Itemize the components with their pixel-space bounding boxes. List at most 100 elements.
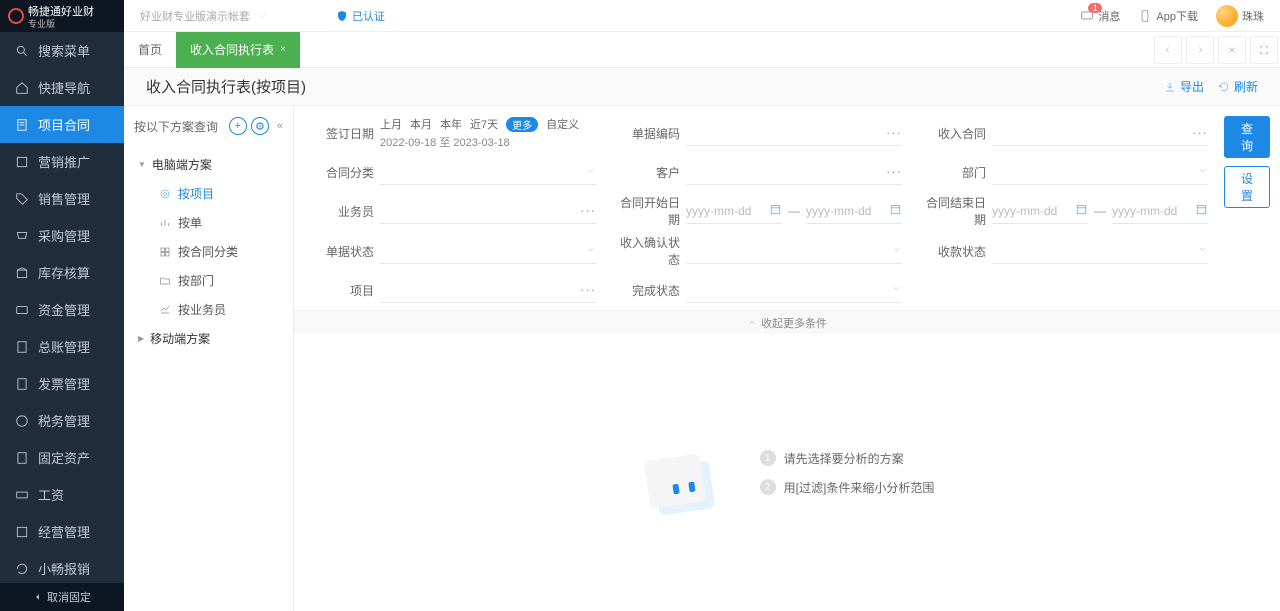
tree-item-label: 按合同分类	[178, 243, 238, 260]
collect-status-select[interactable]	[992, 238, 1208, 264]
sidebar-footer-label: 取消固定	[47, 589, 91, 605]
tree-item-by-dept[interactable]: 按部门	[124, 266, 293, 295]
user-menu[interactable]: 珠珠	[1216, 5, 1264, 27]
preset-last-7-days[interactable]: 近7天	[470, 116, 498, 132]
start-date-to[interactable]	[806, 198, 902, 224]
preset-custom[interactable]: 自定义	[546, 116, 579, 132]
sidebar-item-label: 搜索菜单	[38, 41, 90, 60]
preset-this-year[interactable]: 本年	[440, 116, 462, 132]
sidebar-item-expense[interactable]: 小畅报销	[0, 550, 124, 583]
customer-input[interactable]: ···	[686, 159, 902, 185]
sidebar-item-marketing[interactable]: 营销推广	[0, 143, 124, 180]
tab-close-button[interactable]	[1218, 36, 1246, 64]
filter-complete-status: 完成状态	[616, 274, 902, 306]
bill-status-select[interactable]	[380, 238, 596, 264]
contract-cat-select[interactable]	[380, 159, 596, 185]
refresh-button[interactable]: 刷新	[1218, 78, 1258, 95]
tab-home[interactable]: 首页	[124, 32, 176, 68]
lookup-icon[interactable]: ···	[580, 203, 596, 218]
lookup-icon[interactable]: ···	[886, 125, 902, 140]
tab-close-icon[interactable]: ×	[280, 44, 286, 55]
lookup-icon[interactable]: ···	[1192, 125, 1208, 140]
end-date-from[interactable]	[992, 198, 1088, 224]
income-status-select[interactable]	[686, 238, 902, 264]
filter-label: 签订日期	[310, 125, 380, 142]
sidebar-item-label: 发票管理	[38, 374, 90, 393]
sidebar-item-purchase[interactable]: 采购管理	[0, 217, 124, 254]
tree-item-by-bill[interactable]: 按单	[124, 208, 293, 237]
tree-item-label: 按业务员	[178, 301, 226, 318]
tab-next-button[interactable]	[1186, 36, 1214, 64]
filter-label: 收入合同	[922, 125, 992, 142]
sidebar-item-search[interactable]: 搜索菜单	[0, 32, 124, 69]
verified-badge: 已认证	[336, 8, 385, 24]
account-set-select[interactable]: 好业财专业版演示帐套	[140, 8, 320, 24]
tree-item-by-category[interactable]: 按合同分类	[124, 237, 293, 266]
cart-icon	[14, 228, 30, 244]
messages-label: 消息	[1098, 8, 1120, 24]
sidebar-item-salary[interactable]: 工资	[0, 476, 124, 513]
sidebar-item-label: 工资	[38, 485, 64, 504]
filter-form: 签订日期 上月 本月 本年 近7天 更多 自定义	[294, 106, 1224, 310]
sidebar-item-contract[interactable]: 项目合同	[0, 106, 124, 143]
preset-last-month[interactable]: 上月	[380, 116, 402, 132]
scheme-add-button[interactable]: +	[229, 117, 247, 135]
query-button[interactable]: 查询	[1224, 116, 1270, 158]
chevron-down-icon	[585, 244, 596, 258]
project-input[interactable]: ···	[380, 277, 596, 303]
date-separator: —	[1094, 204, 1106, 218]
tab-income-contract[interactable]: 收入合同执行表 ×	[176, 32, 300, 68]
tab-prev-button[interactable]	[1154, 36, 1182, 64]
tree-group-mobile[interactable]: ▶移动端方案	[124, 324, 293, 353]
settings-button[interactable]: 设置	[1224, 166, 1270, 208]
preset-this-month[interactable]: 本月	[410, 116, 432, 132]
app-download-button[interactable]: App下载	[1138, 8, 1198, 24]
lookup-icon[interactable]: ···	[886, 164, 902, 179]
start-date-from[interactable]	[686, 198, 782, 224]
chart-icon	[14, 524, 30, 540]
sidebar-item-tax[interactable]: 税务管理	[0, 402, 124, 439]
salesman-input[interactable]: ···	[380, 198, 596, 224]
target-icon	[158, 187, 172, 201]
contract-input[interactable]: ···	[992, 120, 1208, 146]
tab-label: 首页	[138, 41, 162, 58]
avatar-icon	[1216, 5, 1238, 27]
filter-label: 合同分类	[310, 164, 380, 181]
sidebar-item-inventory[interactable]: 库存核算	[0, 254, 124, 291]
sidebar-unpin[interactable]: 取消固定	[0, 583, 124, 611]
step-number: 1	[760, 450, 776, 466]
chart-icon	[158, 303, 172, 317]
end-date-to[interactable]	[1112, 198, 1208, 224]
sidebar-item-operation[interactable]: 经营管理	[0, 513, 124, 550]
filter-label: 业务员	[310, 203, 380, 220]
sidebar-item-ledger[interactable]: 总账管理	[0, 328, 124, 365]
sidebar-item-quicknav[interactable]: 快捷导航	[0, 69, 124, 106]
tree-item-by-project[interactable]: 按项目	[124, 179, 293, 208]
scheme-settings-button[interactable]: ⚙	[251, 117, 269, 135]
building-icon	[14, 450, 30, 466]
export-button[interactable]: 导出	[1164, 78, 1204, 95]
lookup-icon[interactable]: ···	[580, 282, 596, 297]
scheme-panel: 按以下方案查询 + ⚙ « ▼电脑端方案 按项目 按单 按合同分类 按部门 按业…	[124, 106, 294, 611]
step-number: 2	[760, 479, 776, 495]
brand-logo: 畅捷通好业财 专业版	[0, 0, 124, 32]
scheme-collapse-button[interactable]: «	[277, 120, 283, 132]
percent-icon	[14, 413, 30, 429]
messages-button[interactable]: 消息 1	[1080, 8, 1120, 24]
complete-status-select[interactable]	[686, 277, 902, 303]
sidebar-item-invoice[interactable]: 发票管理	[0, 365, 124, 402]
sidebar-item-assets[interactable]: 固定资产	[0, 439, 124, 476]
sidebar-item-sales[interactable]: 销售管理	[0, 180, 124, 217]
book-icon	[14, 339, 30, 355]
tab-fullscreen-button[interactable]	[1250, 36, 1278, 64]
tree-item-label: 按部门	[178, 272, 214, 289]
collapse-filters-button[interactable]: 收起更多条件	[294, 310, 1280, 334]
bill-no-input[interactable]: ···	[686, 120, 902, 146]
preset-more[interactable]: 更多	[506, 117, 538, 132]
sidebar-item-funds[interactable]: 资金管理	[0, 291, 124, 328]
calendar-icon	[1195, 203, 1208, 219]
tree-item-by-salesman[interactable]: 按业务员	[124, 295, 293, 324]
fullscreen-icon	[1259, 45, 1269, 55]
dept-select[interactable]	[992, 159, 1208, 185]
tree-group-pc[interactable]: ▼电脑端方案	[124, 150, 293, 179]
